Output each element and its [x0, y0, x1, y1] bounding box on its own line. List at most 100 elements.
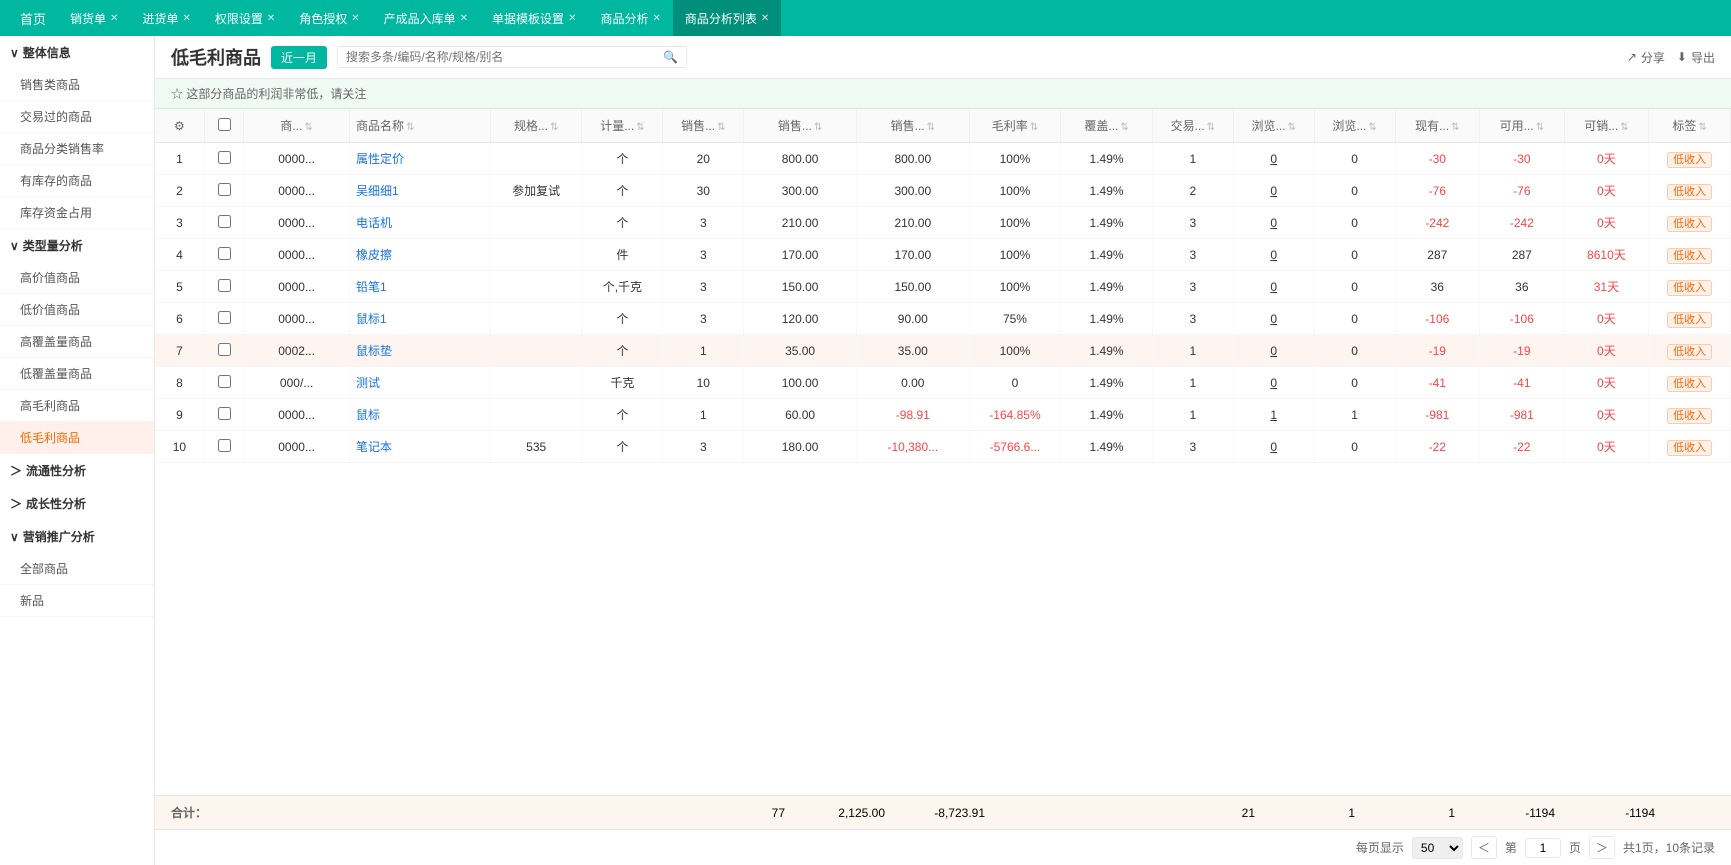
share-icon: ↗ [1627, 50, 1637, 64]
main-layout: ∨ 整体信息 销售类商品 交易过的商品 商品分类销售率 有库存的商品 库存资金占… [0, 36, 1731, 865]
row-name[interactable]: 属性定价 [349, 143, 490, 175]
row-num: 5 [155, 271, 204, 303]
sidebar-item-stocked-products[interactable]: 有库存的商品 [0, 165, 154, 197]
per-page-select[interactable]: 50 20 100 [1412, 837, 1463, 859]
sidebar-item-low-value[interactable]: 低价值商品 [0, 294, 154, 326]
close-icon[interactable]: ✕ [761, 13, 769, 24]
row-avail: -76 [1480, 175, 1565, 207]
row-checkbox[interactable] [218, 311, 231, 324]
nav-permissions[interactable]: 权限设置✕ [203, 0, 287, 36]
nav-product-analysis[interactable]: 商品分析✕ [588, 0, 672, 36]
row-name[interactable]: 鼠标 [349, 399, 490, 431]
close-icon[interactable]: ✕ [652, 13, 660, 24]
chevron-down-icon: ∨ [10, 239, 19, 253]
th-qty[interactable]: 销售...⇅ [663, 109, 744, 143]
next-page-button[interactable]: ＞ [1589, 836, 1615, 859]
row-checkbox[interactable] [218, 375, 231, 388]
sidebar-item-low-margin[interactable]: 低毛利商品 [0, 422, 154, 454]
sidebar-item-high-value[interactable]: 高价值商品 [0, 262, 154, 294]
sidebar-item-new-products[interactable]: 新品 [0, 585, 154, 617]
sidebar-item-high-coverage[interactable]: 高覆盖量商品 [0, 326, 154, 358]
row-checkbox-cell [204, 367, 243, 399]
row-name[interactable]: 测试 [349, 367, 490, 399]
sidebar-item-traded-products[interactable]: 交易过的商品 [0, 101, 154, 133]
th-browse1[interactable]: 浏览...⇅ [1233, 109, 1314, 143]
nav-product-inbound[interactable]: 产成品入库单✕ [372, 0, 480, 36]
close-icon[interactable]: ✕ [460, 13, 468, 24]
row-checkbox[interactable] [218, 151, 231, 164]
row-name[interactable]: 吴细细1 [349, 175, 490, 207]
nav-sales[interactable]: 销货单✕ [58, 0, 130, 36]
page-end: 页 [1569, 839, 1581, 856]
close-icon[interactable]: ✕ [267, 13, 275, 24]
sidebar-section-growth[interactable]: ＞ 成长性分析 [0, 487, 154, 520]
settings-icon[interactable]: ⚙ [174, 119, 185, 133]
th-stock[interactable]: 现有...⇅ [1395, 109, 1480, 143]
nav-product-analysis-list[interactable]: 商品分析列表✕ [673, 0, 781, 36]
close-icon[interactable]: ✕ [182, 13, 190, 24]
th-spec[interactable]: 规格...⇅ [490, 109, 582, 143]
nav-purchase[interactable]: 进货单✕ [130, 0, 202, 36]
sidebar-item-sales-products[interactable]: 销售类商品 [0, 69, 154, 101]
th-name[interactable]: 商品名称⇅ [349, 109, 490, 143]
sidebar-section-type-analysis[interactable]: ∨ 类型量分析 [0, 229, 154, 262]
close-icon[interactable]: ✕ [110, 13, 118, 24]
row-name[interactable]: 电话机 [349, 207, 490, 239]
row-checkbox[interactable] [218, 215, 231, 228]
th-num: ⚙ [155, 109, 204, 143]
sidebar-section-flow[interactable]: ＞ 流通性分析 [0, 454, 154, 487]
th-coverage[interactable]: 覆盖...⇅ [1061, 109, 1153, 143]
export-button[interactable]: ⬇ 导出 [1677, 49, 1715, 66]
sidebar-item-all-products[interactable]: 全部商品 [0, 553, 154, 585]
th-code[interactable]: 商...⇅ [244, 109, 350, 143]
nav-home[interactable]: 首页 [8, 0, 58, 36]
th-browse2[interactable]: 浏览...⇅ [1314, 109, 1395, 143]
row-checkbox[interactable] [218, 279, 231, 292]
row-checkbox[interactable] [218, 183, 231, 196]
period-button[interactable]: 近一月 [271, 46, 327, 69]
sidebar-item-low-coverage[interactable]: 低覆盖量商品 [0, 358, 154, 390]
th-avail[interactable]: 可用...⇅ [1480, 109, 1565, 143]
th-trade[interactable]: 交易...⇅ [1152, 109, 1233, 143]
th-sellable[interactable]: 可销...⇅ [1564, 109, 1649, 143]
row-code: 0000... [244, 399, 350, 431]
prev-page-button[interactable]: ＜ [1471, 836, 1497, 859]
row-checkbox[interactable] [218, 247, 231, 260]
nav-roles[interactable]: 角色授权✕ [287, 0, 371, 36]
th-tag[interactable]: 标签⇅ [1649, 109, 1731, 143]
sidebar-item-high-margin[interactable]: 高毛利商品 [0, 390, 154, 422]
row-trade: 3 [1152, 207, 1233, 239]
row-code: 000/... [244, 367, 350, 399]
close-icon[interactable]: ✕ [568, 13, 576, 24]
th-profit[interactable]: 销售...⇅ [856, 109, 969, 143]
row-name[interactable]: 铅笔1 [349, 271, 490, 303]
select-all-checkbox[interactable] [218, 118, 231, 131]
row-name[interactable]: 鼠标1 [349, 303, 490, 335]
row-name[interactable]: 笔记本 [349, 431, 490, 463]
row-name[interactable]: 橡皮擦 [349, 239, 490, 271]
th-unit[interactable]: 计量...⇅ [582, 109, 663, 143]
footer-stock: -1194 [1475, 806, 1555, 820]
row-checkbox[interactable] [218, 439, 231, 452]
row-profit: 170.00 [856, 239, 969, 271]
sidebar-item-category-rate[interactable]: 商品分类销售率 [0, 133, 154, 165]
row-browse1: 0 [1233, 367, 1314, 399]
search-input[interactable] [346, 50, 663, 64]
sidebar-section-marketing[interactable]: ∨ 营销推广分析 [0, 520, 154, 553]
search-icon[interactable]: 🔍 [663, 50, 678, 64]
table-row: 10 0000... 笔记本 535 个 3 180.00 -10,380...… [155, 431, 1731, 463]
row-name[interactable]: 鼠标垫 [349, 335, 490, 367]
th-amount[interactable]: 销售...⇅ [744, 109, 857, 143]
page-number-input[interactable] [1525, 838, 1561, 858]
row-browse1: 0 [1233, 143, 1314, 175]
sidebar-section-overall[interactable]: ∨ 整体信息 [0, 36, 154, 69]
share-button[interactable]: ↗ 分享 [1627, 49, 1665, 66]
sidebar-item-stock-capital[interactable]: 库存资金占用 [0, 197, 154, 229]
nav-template-settings[interactable]: 单据模板设置✕ [480, 0, 588, 36]
row-checkbox[interactable] [218, 343, 231, 356]
th-gross-rate[interactable]: 毛利率⇅ [969, 109, 1061, 143]
close-icon[interactable]: ✕ [351, 13, 359, 24]
row-num: 2 [155, 175, 204, 207]
row-stock: 287 [1395, 239, 1480, 271]
row-checkbox[interactable] [218, 407, 231, 420]
